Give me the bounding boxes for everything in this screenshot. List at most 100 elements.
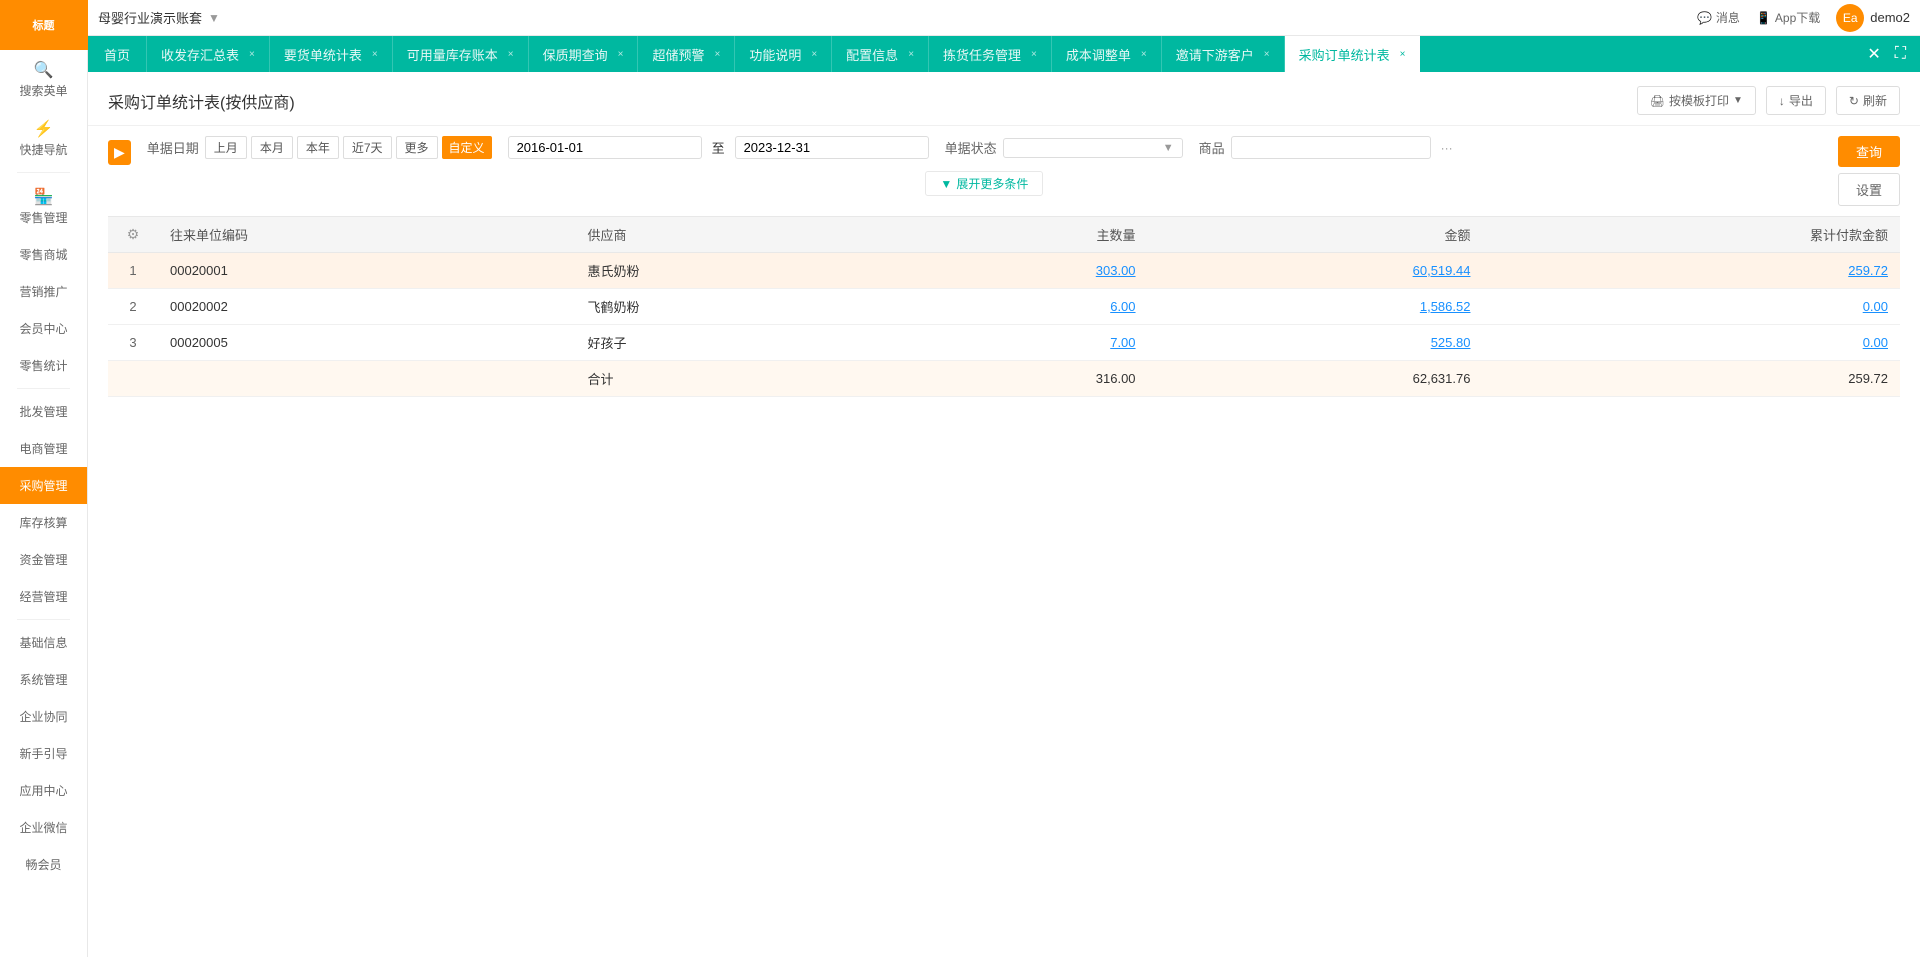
sidebar-item-wechat[interactable]: 企业微信 — [0, 809, 87, 846]
cell-qty[interactable]: 303.00 — [887, 253, 1148, 289]
close-icon[interactable]: × — [249, 49, 255, 60]
settings-button[interactable]: 设置 — [1838, 173, 1900, 206]
filter-actions: 查询 设置 — [1838, 136, 1900, 206]
sidebar-item-label: 零售统计 — [19, 359, 67, 373]
expand-more-button[interactable]: ▼ 展开更多条件 — [925, 171, 1043, 196]
table-row[interactable]: 1 00020001 惠氏奶粉 303.00 60,519.44 259.72 — [108, 253, 1900, 289]
sidebar-item-marketing[interactable]: 营销推广 — [0, 273, 87, 310]
btn-last-month[interactable]: 上月 — [205, 136, 247, 159]
filter-fields: 单据日期 上月 本月 本年 近7天 更多 自定义 — [147, 136, 1822, 200]
filter-status-select[interactable]: ▼ — [1003, 138, 1183, 158]
sidebar-item-retail-stats[interactable]: 零售统计 — [0, 347, 87, 384]
column-settings-icon[interactable]: ⚙ — [127, 226, 140, 242]
main-area: 母婴行业演示账套 ▼ 💬 消息 📱 App下载 Ea demo2 首页 — [88, 0, 1920, 957]
more-options-icon[interactable]: ··· — [1441, 141, 1453, 155]
sidebar-item-system[interactable]: 系统管理 — [0, 661, 87, 698]
search-icon: 🔍 — [0, 60, 87, 80]
user-menu[interactable]: Ea demo2 — [1836, 4, 1910, 32]
message-button[interactable]: 💬 消息 — [1697, 9, 1740, 26]
table-row[interactable]: 2 00020002 飞鹤奶粉 6.00 1,586.52 0.00 — [108, 289, 1900, 325]
table-row[interactable]: 3 00020005 好孩子 7.00 525.80 0.00 — [108, 325, 1900, 361]
sidebar-item-label: 新手引导 — [19, 747, 67, 761]
refresh-button[interactable]: ↻ 刷新 — [1836, 86, 1900, 115]
th-paid: 累计付款金额 — [1482, 217, 1900, 253]
btn-this-year[interactable]: 本年 — [297, 136, 339, 159]
cell-qty[interactable]: 7.00 — [887, 325, 1148, 361]
sidebar-item-retail[interactable]: 🏪 零售管理 — [0, 177, 87, 236]
cell-amount[interactable]: 1,586.52 — [1148, 289, 1483, 325]
th-amount: 金额 — [1148, 217, 1483, 253]
goods-input[interactable] — [1231, 136, 1431, 159]
close-icon[interactable]: × — [908, 49, 914, 60]
sidebar-item-search[interactable]: 🔍 搜索英单 — [0, 50, 87, 109]
close-icon[interactable]: × — [1400, 49, 1406, 60]
tab-function[interactable]: 功能说明 × — [735, 36, 832, 72]
chevron-down-icon: ▼ — [1163, 142, 1174, 154]
fullscreen-icon[interactable]: ⛶ — [1889, 41, 1912, 67]
close-icon[interactable]: × — [372, 49, 378, 60]
sidebar-item-inventory[interactable]: 库存核算 — [0, 504, 87, 541]
tab-label: 可用量库存账本 — [407, 45, 498, 64]
tab-invite[interactable]: 邀请下游客户 × — [1162, 36, 1285, 72]
tab-cost[interactable]: 成本调整单 × — [1052, 36, 1162, 72]
tab-purchase-stats[interactable]: 采购订单统计表 × — [1285, 36, 1421, 72]
tab-collect[interactable]: 收发存汇总表 × — [147, 36, 270, 72]
sidebar-item-label: 零售商城 — [19, 248, 67, 262]
query-button[interactable]: 查询 — [1838, 136, 1900, 167]
close-icon[interactable]: × — [1141, 49, 1147, 60]
footer-amount: 62,631.76 — [1148, 361, 1483, 397]
sidebar-item-basic[interactable]: 基础信息 — [0, 624, 87, 661]
workspace-dropdown[interactable]: ▼ — [208, 11, 220, 25]
cell-paid[interactable]: 0.00 — [1482, 325, 1900, 361]
app-download-button[interactable]: 📱 App下载 — [1756, 9, 1820, 26]
tab-inventory-book[interactable]: 可用量库存账本 × — [393, 36, 529, 72]
close-icon[interactable]: × — [811, 49, 817, 60]
sidebar-item-operations[interactable]: 经营管理 — [0, 578, 87, 615]
tab-picking[interactable]: 拣货任务管理 × — [929, 36, 1052, 72]
cell-qty[interactable]: 6.00 — [887, 289, 1148, 325]
cell-amount[interactable]: 60,519.44 — [1148, 253, 1483, 289]
sidebar-item-member[interactable]: 会员中心 — [0, 310, 87, 347]
tab-goods-stats[interactable]: 要货单统计表 × — [270, 36, 393, 72]
filter-status-item: 单据状态 ▼ — [945, 138, 1183, 158]
sidebar-item-newguide[interactable]: 新手引导 — [0, 735, 87, 772]
close-icon[interactable]: × — [508, 49, 514, 60]
tab-expiry[interactable]: 保质期查询 × — [529, 36, 639, 72]
cell-supplier: 好孩子 — [575, 325, 886, 361]
btn-more-date[interactable]: 更多 — [396, 136, 438, 159]
close-icon[interactable]: × — [618, 49, 624, 60]
sidebar-item-wholesale[interactable]: 批发管理 — [0, 393, 87, 430]
close-all-icon[interactable]: ✕ — [1861, 40, 1886, 68]
close-icon[interactable]: × — [1031, 49, 1037, 60]
btn-this-month[interactable]: 本月 — [251, 136, 293, 159]
tab-config[interactable]: 配置信息 × — [832, 36, 929, 72]
close-icon[interactable]: × — [1264, 49, 1270, 60]
sidebar-item-appcenter[interactable]: 应用中心 — [0, 772, 87, 809]
btn-custom-date[interactable]: 自定义 — [442, 136, 492, 159]
print-button[interactable]: 🖨 按模板打印 ▼ — [1637, 86, 1756, 115]
filter-row1: 单据日期 上月 本月 本年 近7天 更多 自定义 — [147, 136, 1822, 159]
sidebar-item-enterprise[interactable]: 企业协同 — [0, 698, 87, 735]
dropdown-arrow-icon[interactable]: ▼ — [1733, 95, 1743, 106]
filter-collapse-icon[interactable]: ▶ — [108, 140, 131, 165]
filter-status-label: 单据状态 — [945, 138, 997, 157]
close-icon[interactable]: × — [714, 49, 720, 60]
sidebar-item-retail-shop[interactable]: 零售商城 — [0, 236, 87, 273]
btn-7days[interactable]: 近7天 — [343, 136, 392, 159]
sidebar-item-purchase[interactable]: 采购管理 — [0, 467, 87, 504]
footer-empty — [108, 361, 158, 397]
export-button[interactable]: ↓ 导出 — [1766, 86, 1826, 115]
sidebar-item-quicknav[interactable]: ⚡ 快捷导航 — [0, 109, 87, 168]
cell-paid[interactable]: 0.00 — [1482, 289, 1900, 325]
cell-paid[interactable]: 259.72 — [1482, 253, 1900, 289]
cell-amount[interactable]: 525.80 — [1148, 325, 1483, 361]
tab-overstock[interactable]: 超储预警 × — [638, 36, 735, 72]
date-from-input[interactable] — [508, 136, 702, 159]
tab-home[interactable]: 首页 — [88, 36, 147, 72]
sidebar-item-ecommerce[interactable]: 电商管理 — [0, 430, 87, 467]
print-label: 按模板打印 — [1669, 92, 1729, 109]
sidebar-item-vip[interactable]: 畅会员 — [0, 846, 87, 883]
table-header-row: ⚙ 往来单位编码 供应商 主数量 金额 累计付款金额 — [108, 217, 1900, 253]
date-to-input[interactable] — [735, 136, 929, 159]
sidebar-item-finance[interactable]: 资金管理 — [0, 541, 87, 578]
